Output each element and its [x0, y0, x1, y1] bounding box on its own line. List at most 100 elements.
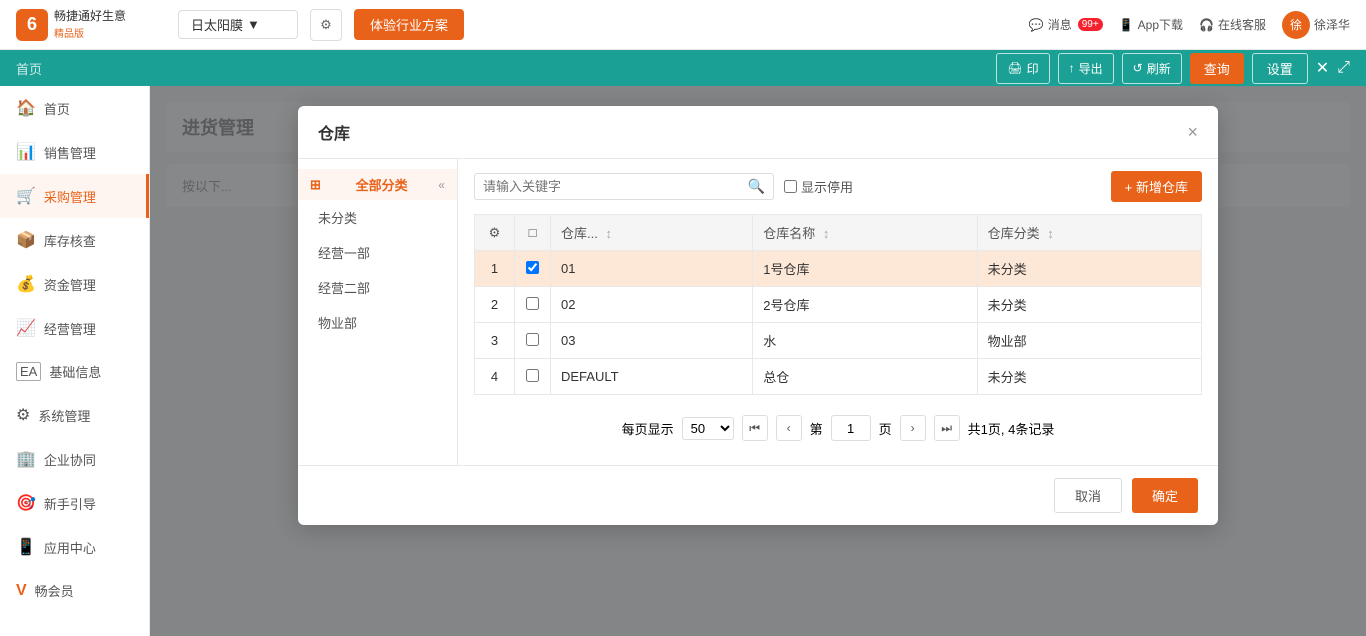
category-all-label: 全部分类 — [356, 175, 408, 194]
message-label: 消息 — [1048, 16, 1072, 33]
logo-sub: 精品版 — [54, 25, 126, 40]
category-panel: ⊞ 全部分类 « 未分类 经营一部 经营二部 物业部 — [298, 159, 458, 465]
modal-header: 仓库 × — [298, 106, 1218, 159]
table-row[interactable]: 4 DEFAULT 总仓 未分类 — [475, 359, 1202, 395]
cancel-button[interactable]: 取消 — [1054, 478, 1122, 513]
sidebar-item-purchase[interactable]: 🛒 采购管理 — [0, 174, 149, 218]
message-item[interactable]: 💬 消息 99+ — [1029, 16, 1103, 33]
system-icon: ⚙ — [16, 405, 30, 425]
sidebar-label-appstore: 应用中心 — [44, 538, 96, 557]
col-name-label: 仓库名称 — [763, 226, 815, 241]
refresh-button[interactable]: ↺ 刷新 — [1122, 53, 1182, 84]
header-right: 💬 消息 99+ 📱 App下载 🎧 在线客服 徐 徐泽华 — [1029, 11, 1350, 39]
col-code-label: 仓库... — [561, 226, 598, 241]
settings-icon-btn[interactable]: ⚙ — [310, 9, 342, 41]
sidebar-label-guide: 新手引导 — [44, 494, 96, 513]
table-row[interactable]: 1 01 1号仓库 未分类 — [475, 251, 1202, 287]
sidebar-label-enterprise: 企业协同 — [44, 450, 96, 469]
collapse-button[interactable]: « — [438, 178, 445, 192]
gear-icon: ⚙ — [320, 17, 332, 33]
sidebar-label-system: 系统管理 — [38, 406, 90, 425]
sidebar-item-finance[interactable]: 💰 资金管理 — [0, 262, 149, 306]
app-download-item[interactable]: 📱 App下载 — [1119, 16, 1183, 33]
category-header[interactable]: ⊞ 全部分类 « — [298, 169, 457, 200]
sidebar-label-home: 首页 — [44, 99, 70, 118]
category-item-dept1[interactable]: 经营一部 — [298, 235, 457, 270]
avatar: 徐 — [1282, 11, 1310, 39]
category-item-property[interactable]: 物业部 — [298, 305, 457, 340]
sidebar-item-enterprise[interactable]: 🏢 企业协同 — [0, 437, 149, 481]
sidebar-label-business: 经营管理 — [44, 319, 96, 338]
next-page-button[interactable]: › — [900, 415, 926, 441]
sidebar-item-sales[interactable]: 📊 销售管理 — [0, 130, 149, 174]
export-button[interactable]: ↑ 导出 — [1058, 53, 1114, 84]
logo-icon: 6 — [16, 9, 48, 41]
business-icon: 📈 — [16, 318, 36, 338]
row-num: 2 — [475, 287, 515, 323]
row-code: DEFAULT — [551, 359, 753, 395]
prev-page-button[interactable]: ‹ — [776, 415, 802, 441]
pagination: 每页显示 50 100 200 ⏮ ‹ 第 页 › — [474, 403, 1202, 453]
modal-footer: 取消 确定 — [298, 465, 1218, 525]
breadcrumb-home[interactable]: 首页 — [16, 62, 42, 77]
app-download-label: App下载 — [1138, 16, 1183, 33]
sidebar-item-base-info[interactable]: EA 基础信息 — [0, 350, 149, 393]
sidebar-item-system[interactable]: ⚙ 系统管理 — [0, 393, 149, 437]
table-row[interactable]: 3 03 水 物业部 — [475, 323, 1202, 359]
user-name: 徐泽华 — [1314, 16, 1350, 33]
row-checkbox[interactable] — [515, 359, 551, 395]
logo-area: 6 畅捷通好生意 精品版 — [16, 9, 166, 41]
row-category: 物业部 — [977, 323, 1201, 359]
top-header: 6 畅捷通好生意 精品版 日太阳膜 ▼ ⚙ 体验行业方案 💬 消息 99+ 📱 … — [0, 0, 1366, 50]
col-name: 仓库名称 ↕ — [753, 215, 977, 251]
row-num: 1 — [475, 251, 515, 287]
trial-button[interactable]: 体验行业方案 — [354, 9, 464, 40]
row-checkbox[interactable] — [515, 287, 551, 323]
store-selector[interactable]: 日太阳膜 ▼ — [178, 10, 298, 39]
base-info-icon: EA — [16, 362, 41, 381]
category-item-unclassified[interactable]: 未分类 — [298, 200, 457, 235]
page-number-input[interactable] — [831, 415, 871, 441]
last-page-button[interactable]: ⏭ — [934, 415, 960, 441]
sidebar-item-appstore[interactable]: 📱 应用中心 — [0, 525, 149, 569]
row-num: 4 — [475, 359, 515, 395]
search-input[interactable] — [483, 179, 742, 194]
show-disabled-checkbox[interactable] — [784, 180, 797, 193]
show-disabled-checkbox-area[interactable]: 显示停用 — [784, 177, 853, 196]
modal-title: 仓库 — [318, 120, 350, 144]
settings-button[interactable]: 设置 — [1252, 53, 1308, 84]
total-info: 共1页, 4条记录 — [968, 419, 1055, 438]
page-label: 第 — [810, 419, 823, 438]
row-category: 未分类 — [977, 359, 1201, 395]
print-button[interactable]: 🖨 印 — [996, 53, 1049, 84]
finance-icon: 💰 — [16, 274, 36, 294]
category-grid-icon: ⊞ — [310, 177, 321, 193]
modal-close-button[interactable]: × — [1187, 122, 1198, 143]
col-category-label: 仓库分类 — [988, 226, 1040, 241]
export-icon: ↑ — [1069, 61, 1075, 75]
per-page-select[interactable]: 50 100 200 — [682, 417, 734, 440]
first-page-button[interactable]: ⏮ — [742, 415, 768, 441]
table-row[interactable]: 2 02 2号仓库 未分类 — [475, 287, 1202, 323]
online-service-item[interactable]: 🎧 在线客服 — [1199, 16, 1266, 33]
row-category: 未分类 — [977, 251, 1201, 287]
phone-icon: 📱 — [1119, 18, 1134, 32]
per-page-label: 每页显示 — [622, 419, 674, 438]
sub-header: 首页 🖨 印 ↑ 导出 ↺ 刷新 查询 设置 ✕ ⤢ — [0, 50, 1366, 86]
home-icon: 🏠 — [16, 98, 36, 118]
sidebar-item-guide[interactable]: 🎯 新手引导 — [0, 481, 149, 525]
user-item[interactable]: 徐 徐泽华 — [1282, 11, 1350, 39]
sidebar-item-inventory[interactable]: 📦 库存核查 — [0, 218, 149, 262]
query-button[interactable]: 查询 — [1190, 53, 1244, 84]
add-warehouse-button[interactable]: + 新增仓库 — [1111, 171, 1202, 202]
sidebar-item-business[interactable]: 📈 经营管理 — [0, 306, 149, 350]
confirm-button[interactable]: 确定 — [1132, 478, 1198, 513]
maximize-button[interactable]: ⤢ — [1337, 53, 1350, 84]
close-page-button[interactable]: ✕ — [1316, 53, 1329, 84]
sidebar-item-home[interactable]: 🏠 首页 — [0, 86, 149, 130]
category-item-dept2[interactable]: 经营二部 — [298, 270, 457, 305]
row-checkbox[interactable] — [515, 323, 551, 359]
row-checkbox[interactable] — [515, 251, 551, 287]
sidebar-item-member[interactable]: V 畅会员 — [0, 569, 149, 612]
search-icon: 🔍 — [748, 178, 765, 195]
